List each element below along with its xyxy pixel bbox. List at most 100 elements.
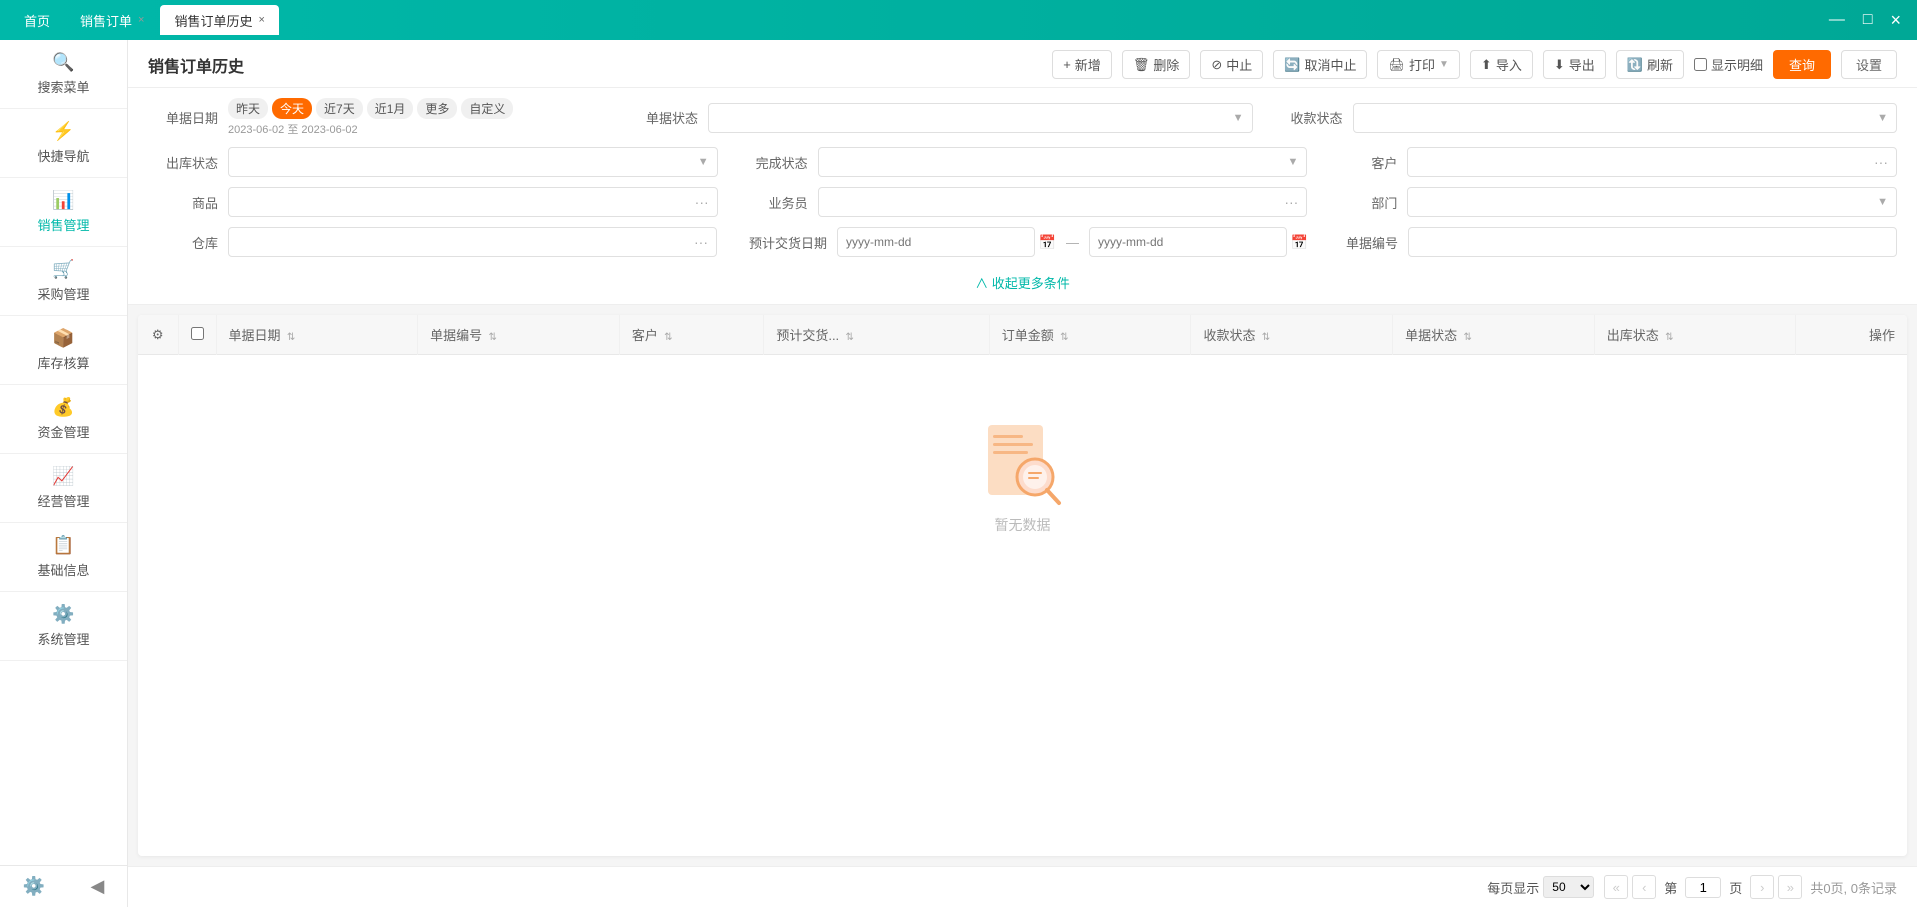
delete-button[interactable]: 🗑 删除 [1122, 50, 1191, 79]
sidebar-item-system[interactable]: ⚙️ 系统管理 [0, 592, 127, 661]
calendar-from-icon[interactable]: 📅 [1039, 234, 1056, 251]
th-action: 操作 [1796, 315, 1907, 355]
sidebar-item-basic-info-label: 基础信息 [37, 560, 89, 579]
stop-button[interactable]: ⊘ 中止 [1200, 50, 1263, 79]
window-max-btn[interactable]: □ [1857, 11, 1879, 29]
settings-label: 设置 [1856, 58, 1882, 73]
expected-date-to-input[interactable] [1098, 235, 1278, 249]
add-button[interactable]: + 新增 [1052, 50, 1112, 79]
customer-control[interactable]: ··· [1407, 147, 1897, 177]
th-check[interactable] [178, 315, 216, 355]
sales-rep-control[interactable]: ··· [818, 187, 1308, 217]
bill-status-input[interactable] [717, 111, 1233, 125]
sidebar-item-basic-info[interactable]: 📋 基础信息 [0, 523, 127, 592]
th-date-sort-icon[interactable]: ⇅ [287, 332, 295, 343]
sidebar-item-quick-nav-label: 快捷导航 [37, 146, 89, 165]
date-tags-row: 昨天 今天 近7天 近1月 更多 自定义 [228, 98, 608, 119]
sidebar-settings-icon[interactable]: ⚙️ [23, 876, 45, 897]
goods-input[interactable] [237, 195, 695, 209]
date-tag-yesterday[interactable]: 昨天 [228, 98, 268, 119]
display-toggle[interactable]: 显示明细 [1694, 55, 1763, 74]
sidebar-item-purchase[interactable]: 🛒 采购管理 [0, 247, 127, 316]
window-min-btn[interactable]: — [1823, 11, 1851, 29]
warehouse-input[interactable] [237, 235, 694, 249]
cancel-stop-button[interactable]: 🔄 取消中止 [1273, 50, 1367, 79]
th-out-status-sort-icon[interactable]: ⇅ [1665, 332, 1673, 343]
th-gear[interactable]: ⚙ [138, 315, 178, 355]
complete-status-control[interactable]: ▼ [818, 147, 1308, 177]
sidebar-item-sales[interactable]: 📊 销售管理 [0, 178, 127, 247]
payment-status-control[interactable]: ▼ [1353, 103, 1898, 133]
inventory-icon: 📦 [52, 328, 74, 349]
filter-area: 单据日期 昨天 今天 近7天 近1月 更多 自定义 2023-06-02 至 2… [128, 88, 1917, 305]
import-icon: ⬆ [1481, 57, 1492, 73]
page-next-btn[interactable]: › [1750, 875, 1774, 899]
collapse-row[interactable]: ∧ 收起更多条件 [148, 267, 1897, 294]
date-tag-last7[interactable]: 近7天 [316, 98, 363, 119]
sidebar-collapse-icon[interactable]: ◀ [90, 876, 104, 897]
tab-sales-order-history-close[interactable]: × [258, 14, 264, 26]
sidebar-item-search[interactable]: 🔍 搜索菜单 [0, 40, 127, 109]
dept-input[interactable] [1416, 195, 1877, 209]
import-button[interactable]: ⬆ 导入 [1470, 50, 1533, 79]
th-customer-sort-icon[interactable]: ⇅ [664, 332, 672, 343]
display-toggle-checkbox[interactable] [1694, 58, 1707, 71]
print-button[interactable]: 🖨 打印 ▼ [1377, 50, 1459, 79]
sales-rep-dots-icon[interactable]: ··· [1284, 194, 1298, 210]
page-size-dropdown[interactable]: 10 20 50 100 [1543, 876, 1594, 898]
cancel-stop-label: 取消中止 [1304, 55, 1356, 74]
export-button[interactable]: ⬇ 导出 [1543, 50, 1606, 79]
date-tag-today[interactable]: 今天 [272, 98, 312, 119]
data-table: ⚙ 单据日期 ⇅ 单据编号 ⇅ [138, 315, 1907, 595]
bill-no-input[interactable] [1417, 235, 1888, 249]
calendar-to-icon[interactable]: 📅 [1291, 234, 1308, 251]
table-footer: 每页显示 10 20 50 100 « ‹ 第 页 › » 共0页, 0条记录 [128, 866, 1917, 907]
sidebar-item-quick-nav[interactable]: ⚡ 快捷导航 [0, 109, 127, 178]
th-payment-status-sort-icon[interactable]: ⇅ [1262, 332, 1270, 343]
page-first-btn[interactable]: « [1604, 875, 1628, 899]
expected-date-from-control[interactable] [837, 227, 1035, 257]
content-area: 销售订单历史 + 新增 🗑 删除 ⊘ 中止 🔄 取消中止 [128, 40, 1917, 907]
warehouse-control[interactable]: ··· [228, 227, 717, 257]
date-tag-last-month[interactable]: 近1月 [367, 98, 414, 119]
current-page-input[interactable] [1685, 877, 1721, 898]
empty-text: 暂无数据 [995, 515, 1051, 535]
payment-status-input[interactable] [1362, 111, 1878, 125]
dept-control[interactable]: ▼ [1407, 187, 1897, 217]
sidebar-item-operations[interactable]: 📈 经营管理 [0, 454, 127, 523]
query-button[interactable]: 查询 [1773, 50, 1831, 79]
date-tag-more[interactable]: 更多 [417, 98, 457, 119]
tab-sales-order-close[interactable]: × [138, 14, 144, 26]
th-bill-no-sort-icon[interactable]: ⇅ [489, 332, 497, 343]
out-status-input[interactable] [237, 155, 698, 169]
sidebar-item-inventory[interactable]: 📦 库存核算 [0, 316, 127, 385]
th-expected-delivery-sort-icon[interactable]: ⇅ [846, 332, 854, 343]
goods-control[interactable]: ··· [228, 187, 718, 217]
th-bill-status-sort-icon[interactable]: ⇅ [1463, 332, 1471, 343]
warehouse-dots-icon[interactable]: ··· [694, 234, 708, 250]
goods-dots-icon[interactable]: ··· [695, 194, 709, 210]
customer-input[interactable] [1416, 155, 1874, 169]
customer-dots-icon[interactable]: ··· [1874, 154, 1888, 170]
th-bill-no: 单据编号 ⇅ [418, 315, 620, 355]
th-order-amount-sort-icon[interactable]: ⇅ [1060, 332, 1068, 343]
expected-date-to-control[interactable] [1089, 227, 1287, 257]
sales-rep-input[interactable] [827, 195, 1285, 209]
complete-status-input[interactable] [827, 155, 1288, 169]
tab-home[interactable]: 首页 [10, 5, 64, 35]
tab-sales-order-history[interactable]: 销售订单历史 × [160, 5, 278, 35]
page-last-btn[interactable]: » [1778, 875, 1802, 899]
bill-status-control[interactable]: ▼ [708, 103, 1253, 133]
expected-date-from-input[interactable] [846, 235, 1026, 249]
out-status-control[interactable]: ▼ [228, 147, 718, 177]
window-close-btn[interactable]: × [1884, 10, 1907, 31]
date-tag-custom[interactable]: 自定义 [461, 98, 513, 119]
bill-no-control[interactable] [1408, 227, 1897, 257]
settings-button[interactable]: 设置 [1841, 50, 1897, 79]
page-prev-btn[interactable]: ‹ [1632, 875, 1656, 899]
select-all-checkbox[interactable] [191, 327, 204, 340]
dept-label: 部门 [1327, 193, 1407, 212]
sidebar-item-finance[interactable]: 💰 资金管理 [0, 385, 127, 454]
refresh-button[interactable]: 🔃 刷新 [1616, 50, 1684, 79]
tab-sales-order[interactable]: 销售订单 × [66, 5, 158, 35]
